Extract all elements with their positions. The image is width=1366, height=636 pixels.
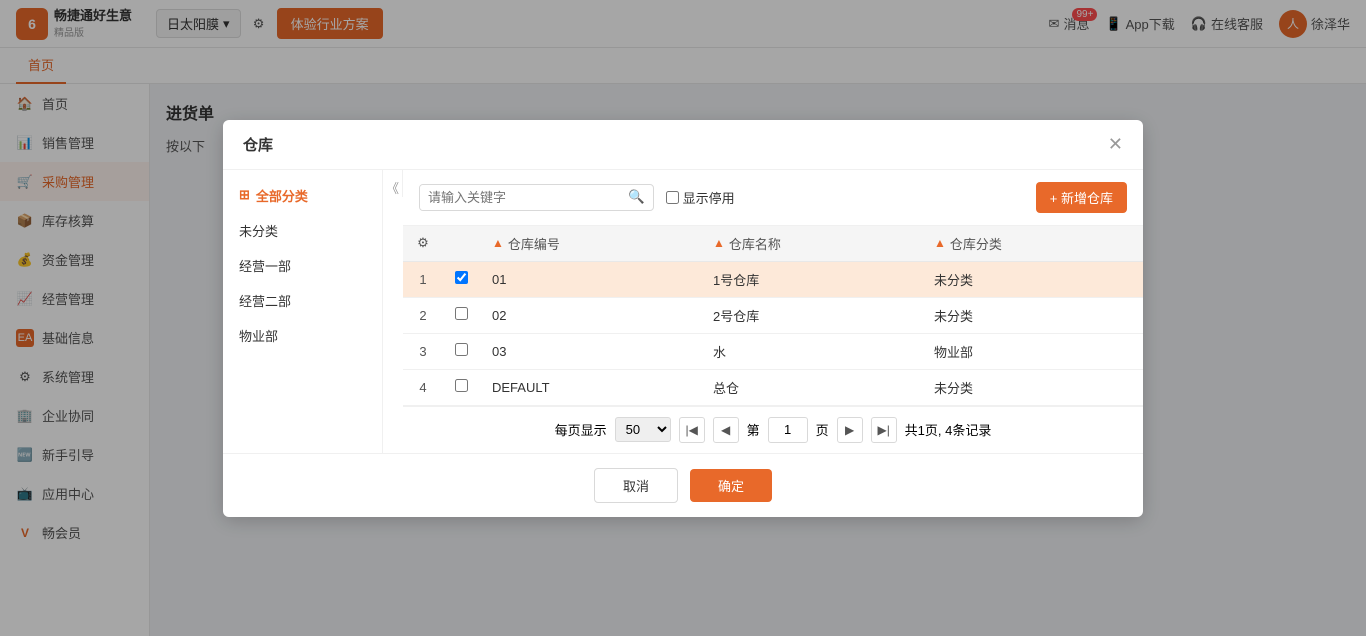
warehouse-table: ⚙ ▲ 仓库编号 ▲ bbox=[403, 226, 1143, 406]
warehouse-table-wrap: ⚙ ▲ 仓库编号 ▲ bbox=[403, 226, 1143, 406]
search-button[interactable]: 🔍 bbox=[620, 185, 653, 209]
category-all[interactable]: ⊞ 全部分类 bbox=[223, 178, 382, 213]
modal-title: 仓库 bbox=[243, 134, 273, 155]
table-row[interactable]: 1 01 1号仓库 未分类 bbox=[403, 261, 1143, 297]
table-row[interactable]: 4 DEFAULT 总仓 未分类 bbox=[403, 369, 1143, 405]
row-category: 未分类 bbox=[922, 297, 1143, 333]
search-wrap: 🔍 bbox=[419, 184, 654, 211]
row-num: 3 bbox=[403, 333, 443, 369]
category-unclassified[interactable]: 未分类 bbox=[223, 213, 382, 248]
table-row[interactable]: 3 03 水 物业部 bbox=[403, 333, 1143, 369]
modal-category-sidebar: ⊞ 全部分类 未分类 经营一部 经营二部 物业部 bbox=[223, 170, 383, 453]
row-checkbox-cell[interactable] bbox=[443, 333, 480, 369]
row-code: 02 bbox=[480, 297, 701, 333]
category-ops1[interactable]: 经营一部 bbox=[223, 248, 382, 283]
col-checkbox bbox=[443, 226, 480, 262]
sort-icon2: ▲ bbox=[713, 236, 725, 250]
show-disabled-label[interactable]: 显示停用 bbox=[666, 188, 735, 207]
row-num: 4 bbox=[403, 369, 443, 405]
row-code: 01 bbox=[480, 261, 701, 297]
grid-icon: ⊞ bbox=[239, 187, 250, 203]
chevron-left-icon: 《 bbox=[386, 178, 399, 197]
page-suffix: 页 bbox=[816, 420, 829, 439]
next-page-button[interactable]: ▶ bbox=[837, 417, 863, 443]
confirm-button[interactable]: 确定 bbox=[690, 469, 772, 502]
row-category: 物业部 bbox=[922, 333, 1143, 369]
row-code: 03 bbox=[480, 333, 701, 369]
row-num: 1 bbox=[403, 261, 443, 297]
modal-actions: 取消 确定 bbox=[223, 453, 1143, 517]
col-code: ▲ 仓库编号 bbox=[480, 226, 701, 262]
total-info: 共1页, 4条记录 bbox=[905, 420, 992, 439]
sort-icon3: ▲ bbox=[934, 236, 946, 250]
page-label: 第 bbox=[747, 420, 760, 439]
warehouse-modal: 仓库 ✕ ⊞ 全部分类 未分类 经营一部 经营二部 bbox=[223, 120, 1143, 517]
row-checkbox[interactable] bbox=[455, 307, 468, 320]
row-num: 2 bbox=[403, 297, 443, 333]
show-disabled-checkbox[interactable] bbox=[666, 191, 679, 204]
col-name: ▲ 仓库名称 bbox=[701, 226, 922, 262]
modal-main-content: 🔍 显示停用 + 新增仓库 ⚙ bbox=[403, 170, 1143, 453]
row-checkbox-cell[interactable] bbox=[443, 261, 480, 297]
row-name: 2号仓库 bbox=[701, 297, 922, 333]
modal-header: 仓库 ✕ bbox=[223, 120, 1143, 170]
row-name: 1号仓库 bbox=[701, 261, 922, 297]
search-input[interactable] bbox=[420, 185, 620, 210]
first-page-button[interactable]: |◀ bbox=[679, 417, 705, 443]
sidebar-collapse-button[interactable]: 《 bbox=[383, 170, 403, 197]
per-page-label: 每页显示 bbox=[555, 420, 607, 439]
per-page-select[interactable]: 50 100 bbox=[615, 417, 671, 442]
category-ops2[interactable]: 经营二部 bbox=[223, 283, 382, 318]
row-category: 未分类 bbox=[922, 369, 1143, 405]
col-settings: ⚙ bbox=[403, 226, 443, 262]
row-checkbox-cell[interactable] bbox=[443, 297, 480, 333]
row-checkbox[interactable] bbox=[455, 271, 468, 284]
modal-body: ⊞ 全部分类 未分类 经营一部 经营二部 物业部 《 bbox=[223, 170, 1143, 453]
current-page-input[interactable] bbox=[768, 417, 808, 443]
row-checkbox[interactable] bbox=[455, 343, 468, 356]
add-warehouse-button[interactable]: + 新增仓库 bbox=[1036, 182, 1127, 213]
prev-page-button[interactable]: ◀ bbox=[713, 417, 739, 443]
row-category: 未分类 bbox=[922, 261, 1143, 297]
row-checkbox[interactable] bbox=[455, 379, 468, 392]
category-property[interactable]: 物业部 bbox=[223, 318, 382, 353]
row-code: DEFAULT bbox=[480, 369, 701, 405]
col-category: ▲ 仓库分类 bbox=[922, 226, 1143, 262]
table-header-row: ⚙ ▲ 仓库编号 ▲ bbox=[403, 226, 1143, 262]
table-row[interactable]: 2 02 2号仓库 未分类 bbox=[403, 297, 1143, 333]
sort-icon: ▲ bbox=[492, 236, 504, 250]
modal-overlay: 仓库 ✕ ⊞ 全部分类 未分类 经营一部 经营二部 bbox=[0, 0, 1366, 636]
modal-close-button[interactable]: ✕ bbox=[1108, 135, 1123, 153]
row-name: 总仓 bbox=[701, 369, 922, 405]
last-page-button[interactable]: ▶| bbox=[871, 417, 897, 443]
cancel-button[interactable]: 取消 bbox=[594, 468, 678, 503]
pagination-bar: 每页显示 50 100 |◀ ◀ 第 页 ▶ ▶| 共1页, 4条记录 bbox=[403, 406, 1143, 453]
row-name: 水 bbox=[701, 333, 922, 369]
modal-toolbar: 🔍 显示停用 + 新增仓库 bbox=[403, 170, 1143, 226]
row-checkbox-cell[interactable] bbox=[443, 369, 480, 405]
